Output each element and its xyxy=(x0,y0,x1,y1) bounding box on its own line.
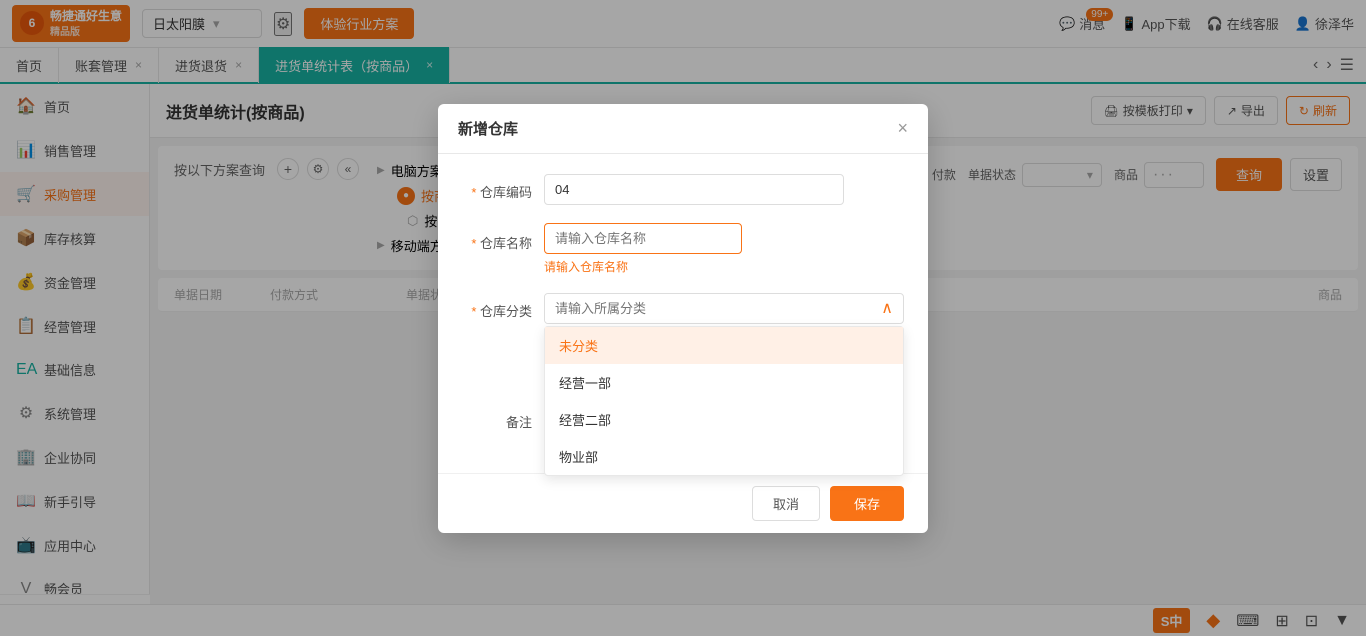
code-field-row: 仓库编码 xyxy=(462,174,904,205)
code-input[interactable] xyxy=(544,174,844,205)
modal-dialog: 新增仓库 × 仓库编码 仓库名称 请输入仓库名称 xyxy=(438,104,928,533)
category-toggle-button[interactable]: ∧ xyxy=(871,298,903,318)
cancel-button[interactable]: 取消 xyxy=(752,486,820,521)
name-input[interactable] xyxy=(544,223,742,254)
name-label: 仓库名称 xyxy=(462,225,532,252)
save-button[interactable]: 保存 xyxy=(830,486,904,521)
category-input-row: ∧ xyxy=(544,293,904,324)
code-label: 仓库编码 xyxy=(462,174,532,201)
name-field-row: 仓库名称 请输入仓库名称 xyxy=(462,223,904,275)
modal-body: 仓库编码 仓库名称 请输入仓库名称 仓库分类 xyxy=(438,154,928,473)
name-input-wrapper xyxy=(544,223,742,254)
category-field-row: 仓库分类 ∧ 未分类 经营一部 经营二部 物业部 xyxy=(462,293,904,324)
name-error-message: 请输入仓库名称 xyxy=(544,260,628,274)
category-dropdown: 未分类 经营一部 经营二部 物业部 xyxy=(544,326,904,476)
name-field-inner: 仓库名称 xyxy=(462,223,742,254)
name-error-wrapper: 请输入仓库名称 xyxy=(462,258,628,275)
category-wrapper: ∧ 未分类 经营一部 经营二部 物业部 xyxy=(544,293,904,324)
category-label: 仓库分类 xyxy=(462,293,532,320)
dropdown-item-dept1[interactable]: 经营一部 xyxy=(545,364,903,401)
modal-header: 新增仓库 × xyxy=(438,104,928,154)
dropdown-item-property[interactable]: 物业部 xyxy=(545,438,903,475)
modal-title: 新增仓库 xyxy=(458,118,518,139)
dropdown-item-dept2[interactable]: 经营二部 xyxy=(545,401,903,438)
notes-label: 备注 xyxy=(462,404,532,431)
category-input[interactable] xyxy=(545,294,871,323)
modal-footer: 取消 保存 xyxy=(438,473,928,533)
modal-close-button[interactable]: × xyxy=(897,118,908,139)
modal-overlay[interactable]: 新增仓库 × 仓库编码 仓库名称 请输入仓库名称 xyxy=(0,0,1366,636)
dropdown-item-uncategorized[interactable]: 未分类 xyxy=(545,327,903,364)
